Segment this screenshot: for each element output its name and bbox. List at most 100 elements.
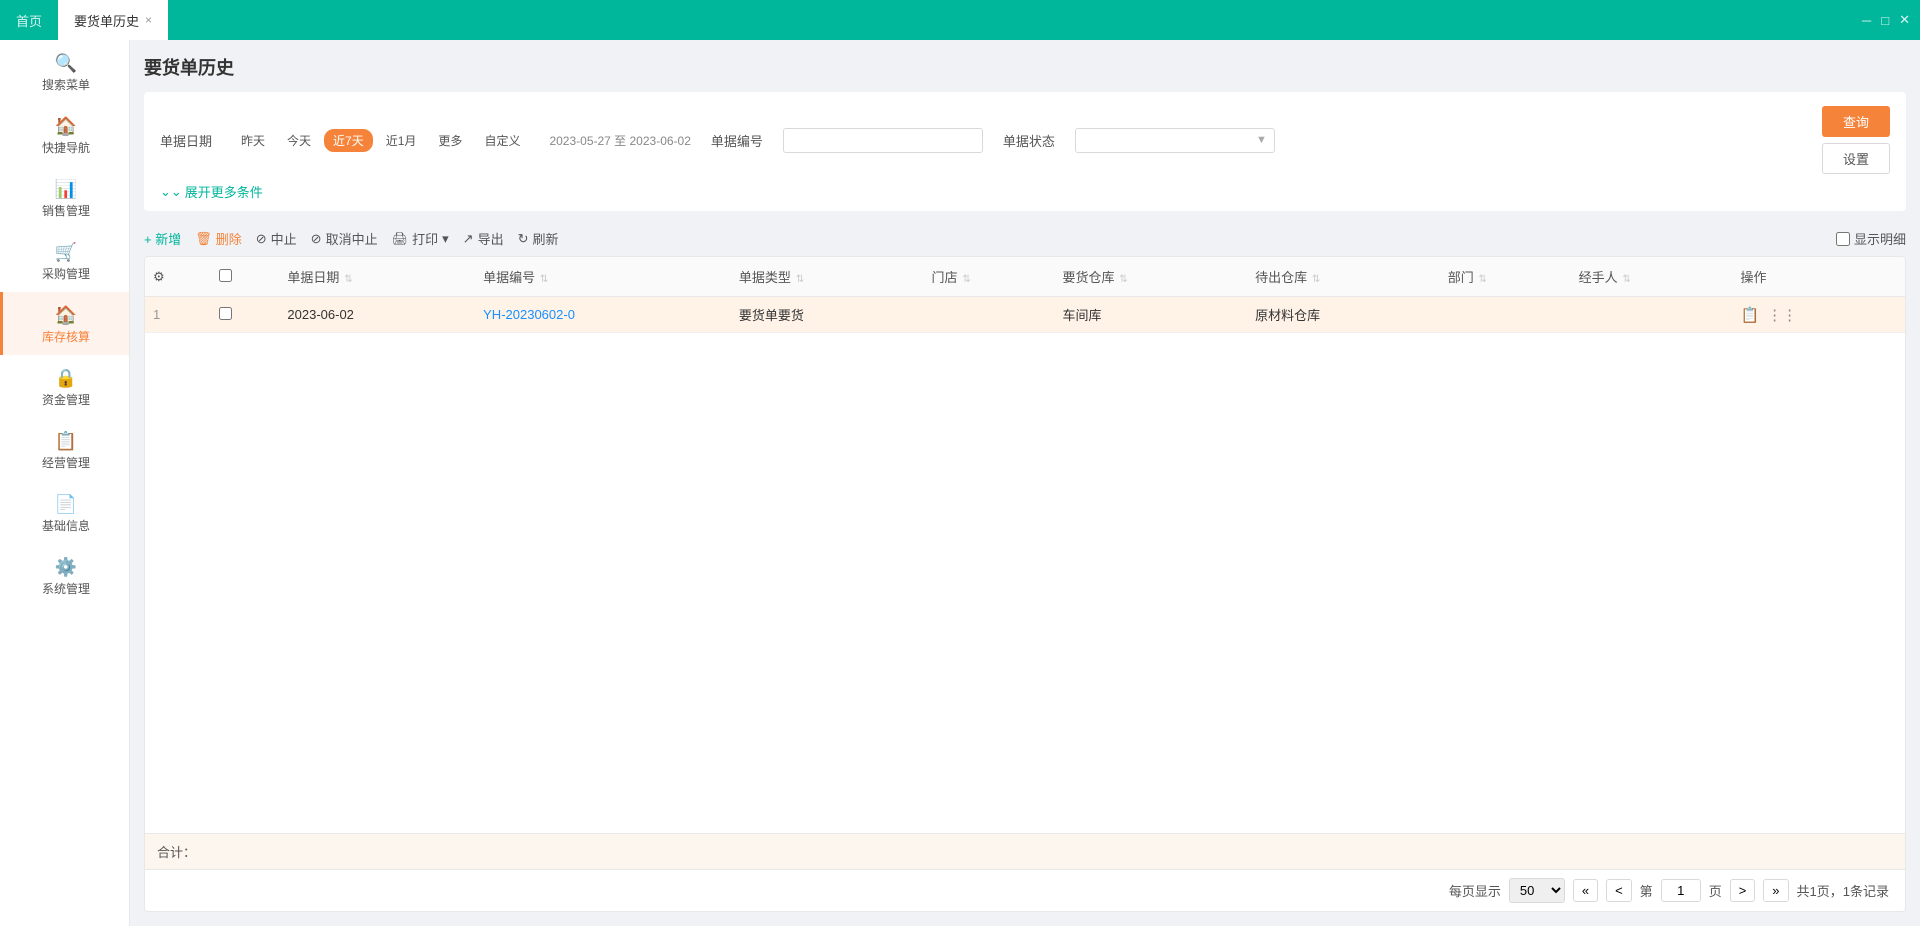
- col-header-handler[interactable]: 经手人 ⇅: [1571, 257, 1733, 297]
- date-btn-更多[interactable]: 更多: [429, 129, 471, 152]
- page-label-prefix: 第: [1640, 881, 1653, 900]
- tab-home[interactable]: 首页: [0, 0, 58, 40]
- delete-button[interactable]: 🗑 删除: [195, 229, 242, 248]
- sidebar-item-basic-info[interactable]: 📄 基础信息: [0, 481, 129, 544]
- more-icon[interactable]: ⋮⋮: [1767, 306, 1797, 324]
- sidebar-item-quick-nav[interactable]: 🏠 快捷导航: [0, 103, 129, 166]
- top-bar: 首页要货单历史× ─ □ ✕: [0, 0, 1920, 40]
- sidebar-item-inventory[interactable]: 🏠库存核算: [0, 292, 129, 355]
- tab-bar: 首页要货单历史×: [0, 0, 168, 40]
- export-button[interactable]: ↗ 导出: [463, 229, 504, 248]
- doc-no-input[interactable]: [783, 128, 983, 153]
- operations-cell: 📋 ⋮⋮: [1732, 297, 1905, 333]
- table-row: 12023-06-02YH-20230602-0要货单要货车间库原材料仓库📋⋮⋮: [145, 297, 1905, 333]
- tab-requisition-history[interactable]: 要货单历史×: [58, 0, 168, 40]
- doc-no-label: 单据编号: [711, 131, 763, 150]
- status-label: 单据状态: [1003, 131, 1055, 150]
- sort-icon-doc_date: ⇅: [341, 274, 352, 285]
- filter-actions: 查询 设置: [1822, 106, 1890, 174]
- finance-mgmt-icon: 🔒: [55, 369, 77, 387]
- sidebar-label-finance-mgmt: 资金管理: [42, 391, 90, 408]
- search-menu-icon: 🔍: [55, 54, 77, 72]
- table-head: ⚙ 单据日期 ⇅单据编号 ⇅单据类型 ⇅门店 ⇅要货仓库 ⇅待出仓库 ⇅部门 ⇅经…: [145, 257, 1905, 297]
- cancel-suspend-button[interactable]: ⊘ 取消中止: [311, 229, 378, 248]
- sidebar: 🔍 搜索菜单 🏠 快捷导航 📊销售管理🛒采购管理🏠库存核算 🔒 资金管理 📋经营管理 📄 基础信息…: [0, 40, 130, 926]
- refresh-button[interactable]: ↻ 刷新: [518, 229, 559, 248]
- store-cell: [924, 297, 1055, 333]
- sort-icon-store: ⇅: [960, 274, 971, 285]
- basic-info-icon: 📄: [55, 495, 77, 513]
- doc-no-link[interactable]: YH-20230602-0: [483, 307, 575, 322]
- req-warehouse: 车间库: [1062, 308, 1101, 323]
- col-header-doc_no[interactable]: 单据编号 ⇅: [475, 257, 731, 297]
- col-header-pending_warehouse[interactable]: 待出仓库 ⇅: [1247, 257, 1440, 297]
- first-page-button[interactable]: «: [1573, 879, 1598, 902]
- content-area: 要货单历史 单据日期 昨天今天近7天近1月更多自定义 2023-05-27 至 …: [130, 40, 1920, 926]
- prev-page-button[interactable]: <: [1606, 879, 1632, 902]
- sort-icon-doc_no: ⇅: [537, 274, 548, 285]
- main-layout: 🔍 搜索菜单 🏠 快捷导航 📊销售管理🛒采购管理🏠库存核算 🔒 资金管理 📋经营管理 📄 基础信息…: [0, 40, 1920, 926]
- col-header-req_warehouse[interactable]: 要货仓库 ⇅: [1054, 257, 1247, 297]
- date-btn-近1月[interactable]: 近1月: [377, 129, 426, 152]
- show-detail-label[interactable]: 显示明细: [1836, 229, 1906, 248]
- setting-button[interactable]: 设置: [1822, 143, 1890, 174]
- header-row: ⚙ 单据日期 ⇅单据编号 ⇅单据类型 ⇅门店 ⇅要货仓库 ⇅待出仓库 ⇅部门 ⇅经…: [145, 257, 1905, 297]
- expand-row: ⌄⌄ 展开更多条件: [160, 182, 1890, 201]
- toolbar: + 新增 🗑 删除 ⊘ 中止 ⊘ 取消中止 🖨 打印 ▾ ↗ 导出: [144, 221, 1906, 256]
- col-header-doc_type[interactable]: 单据类型 ⇅: [731, 257, 924, 297]
- date-btn-今天[interactable]: 今天: [278, 129, 320, 152]
- new-button[interactable]: + 新增: [144, 229, 181, 248]
- select-all-checkbox[interactable]: [219, 269, 232, 282]
- sidebar-item-sys-mgmt[interactable]: ⚙️系统管理: [0, 544, 129, 607]
- col-header-store[interactable]: 门店 ⇅: [924, 257, 1055, 297]
- print-button[interactable]: 🖨 打印 ▾: [392, 229, 449, 248]
- date-btn-昨天[interactable]: 昨天: [232, 129, 274, 152]
- sidebar-item-search-menu[interactable]: 🔍 搜索菜单: [0, 40, 129, 103]
- quick-nav-icon: 🏠: [55, 117, 77, 135]
- sidebar-label-sales-mgmt: 销售管理: [42, 202, 90, 219]
- expand-more-btn[interactable]: ⌄⌄ 展开更多条件: [160, 182, 263, 201]
- table-scroll[interactable]: ⚙ 单据日期 ⇅单据编号 ⇅单据类型 ⇅门店 ⇅要货仓库 ⇅待出仓库 ⇅部门 ⇅经…: [145, 257, 1905, 833]
- expand-more-icon: ⌄⌄: [160, 184, 182, 200]
- pagination-bar: 每页显示 102050100 « < 第 页 > » 共1页，1条记录: [145, 869, 1905, 911]
- date-filter-label: 单据日期: [160, 131, 212, 150]
- sidebar-label-quick-nav: 快捷导航: [42, 139, 90, 156]
- table-area: ⚙ 单据日期 ⇅单据编号 ⇅单据类型 ⇅门店 ⇅要货仓库 ⇅待出仓库 ⇅部门 ⇅经…: [144, 256, 1906, 912]
- row-checkbox-cell: [211, 297, 280, 333]
- sort-icon-doc_type: ⇅: [793, 274, 804, 285]
- close-icon[interactable]: ✕: [1899, 12, 1910, 28]
- suspend-button[interactable]: ⊘ 中止: [256, 229, 297, 248]
- last-page-button[interactable]: »: [1763, 879, 1788, 902]
- filter-panel: 单据日期 昨天今天近7天近1月更多自定义 2023-05-27 至 2023-0…: [144, 92, 1906, 211]
- status-select-wrapper: ▼: [1075, 128, 1275, 153]
- settings-icon[interactable]: ⚙: [153, 269, 165, 284]
- sidebar-label-search-menu: 搜索菜单: [42, 76, 90, 93]
- show-detail-checkbox[interactable]: [1836, 232, 1850, 246]
- date-btn-近7天[interactable]: 近7天: [324, 129, 373, 152]
- sidebar-item-sales-mgmt[interactable]: 📊销售管理: [0, 166, 129, 229]
- col-header-checkbox: [211, 257, 280, 297]
- sort-icon-req_warehouse: ⇅: [1116, 274, 1127, 285]
- page-size-select[interactable]: 102050100: [1509, 878, 1565, 903]
- sidebar-item-finance-mgmt[interactable]: 🔒 资金管理: [0, 355, 129, 418]
- sidebar-label-basic-info: 基础信息: [42, 517, 90, 534]
- row-num-cell: 1: [145, 297, 211, 333]
- sidebar-item-operation-mgmt[interactable]: 📋经营管理: [0, 418, 129, 481]
- sidebar-item-purchase-mgmt[interactable]: 🛒采购管理: [0, 229, 129, 292]
- col-header-doc_date[interactable]: 单据日期 ⇅: [279, 257, 475, 297]
- row-checkbox[interactable]: [219, 307, 232, 320]
- doc-type-cell: 要货单要货: [731, 297, 924, 333]
- date-btn-自定义[interactable]: 自定义: [475, 129, 529, 152]
- query-button[interactable]: 查询: [1822, 106, 1890, 137]
- view-icon[interactable]: 📋: [1740, 306, 1759, 324]
- status-select[interactable]: [1075, 128, 1275, 153]
- minimize-icon[interactable]: ─: [1862, 13, 1871, 28]
- data-table: ⚙ 单据日期 ⇅单据编号 ⇅单据类型 ⇅门店 ⇅要货仓库 ⇅待出仓库 ⇅部门 ⇅经…: [145, 257, 1905, 333]
- next-page-button[interactable]: >: [1730, 879, 1756, 902]
- maximize-icon[interactable]: □: [1881, 13, 1889, 28]
- table-body: 12023-06-02YH-20230602-0要货单要货车间库原材料仓库📋⋮⋮: [145, 297, 1905, 333]
- page-number-input[interactable]: [1661, 879, 1701, 902]
- tab-close-requisition-history[interactable]: ×: [145, 13, 152, 27]
- page-size-label: 每页显示: [1449, 881, 1501, 900]
- col-header-department[interactable]: 部门 ⇅: [1440, 257, 1571, 297]
